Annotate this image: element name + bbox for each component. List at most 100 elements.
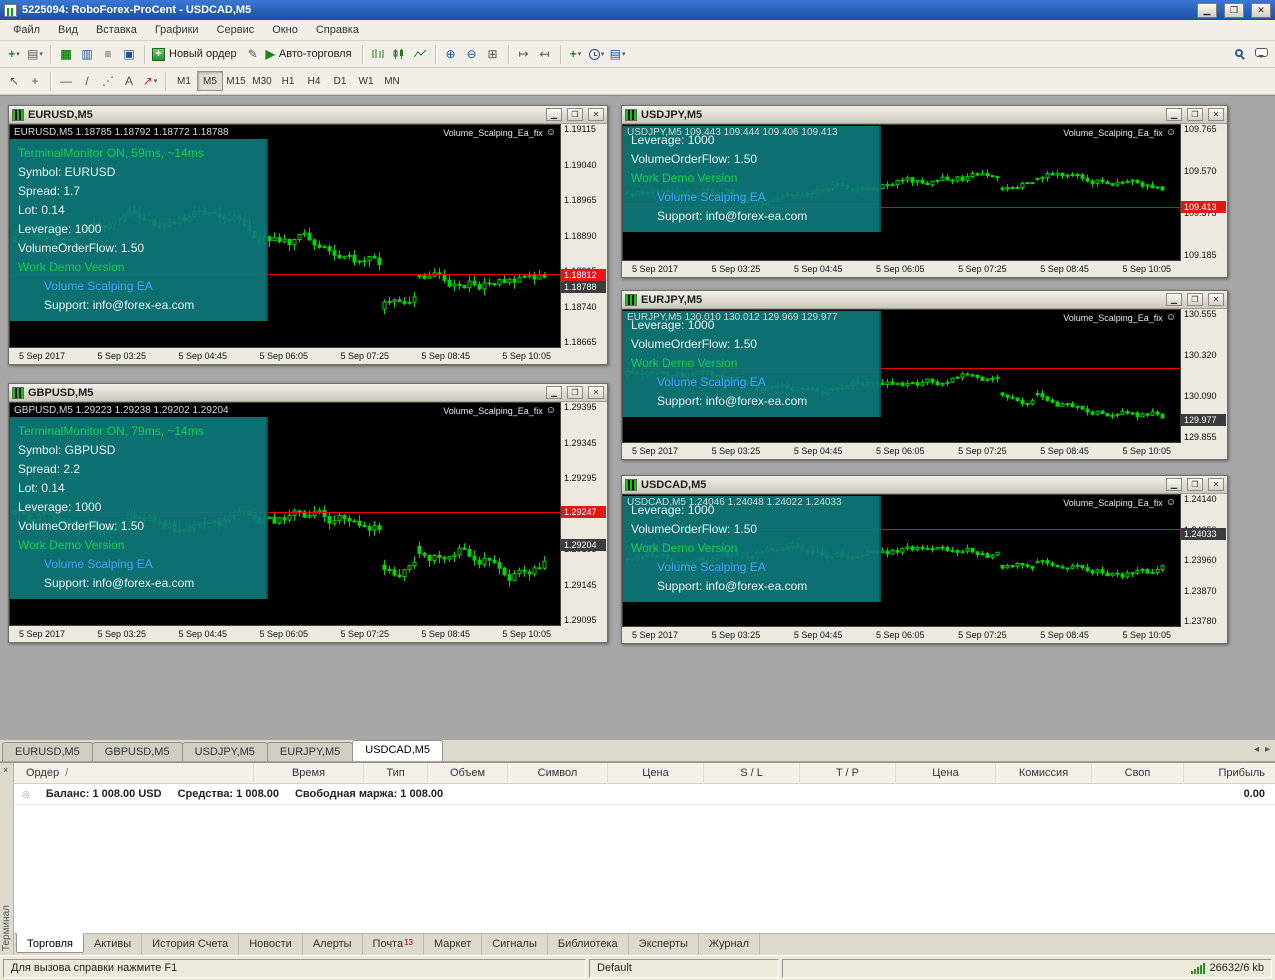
profiles-button[interactable]: ▤ ▾: [25, 43, 45, 65]
ea-smiley-icon[interactable]: ☺: [546, 127, 556, 138]
terminal-tab-library[interactable]: Библиотека: [548, 934, 629, 954]
close-button[interactable]: ✕: [1251, 2, 1271, 18]
metaeditor-button[interactable]: ✎: [243, 43, 263, 65]
time-axis[interactable]: 5 Sep 2017 5 Sep 03:25 5 Sep 04:45 5 Sep 06…: [9, 626, 561, 642]
price-axis[interactable]: 130.555 130.320 130.090 129.855 129.977: [1181, 309, 1227, 443]
timeframe-mn[interactable]: MN: [379, 71, 405, 91]
maximize-button[interactable]: ❐: [1224, 2, 1244, 18]
minimize-button[interactable]: ▁: [1166, 293, 1182, 306]
profile-selector[interactable]: Default: [589, 958, 779, 978]
ea-label[interactable]: Volume_Scalping_Ea_fix ☺: [443, 127, 556, 138]
title-bar[interactable]: 5225094: RoboForex-ProCent - USDCAD,M5 ▁…: [0, 0, 1275, 20]
chart-window-usdjpy[interactable]: USDJPY,M5 ▁ ❐ ✕ USDJPY,M5 109.443 109.44…: [621, 105, 1228, 278]
timeframe-m5[interactable]: M5: [197, 71, 223, 91]
auto-scroll-button[interactable]: ↦: [514, 43, 534, 65]
timeframe-m30[interactable]: M30: [249, 71, 275, 91]
time-axis[interactable]: 5 Sep 2017 5 Sep 03:25 5 Sep 04:45 5 Sep 06…: [622, 443, 1181, 459]
indicators-button[interactable]: + ▾: [566, 43, 586, 65]
chart-shift-button[interactable]: ↤: [535, 43, 555, 65]
chart-window-titlebar[interactable]: USDJPY,M5 ▁ ❐ ✕: [622, 106, 1227, 124]
column-header-5[interactable]: Цена: [608, 763, 704, 783]
ea-smiley-icon[interactable]: ☺: [1166, 127, 1176, 138]
menu-item[interactable]: Вставка: [87, 22, 146, 38]
column-header-11[interactable]: Прибыль: [1184, 763, 1275, 783]
terminal-tab-market[interactable]: Маркет: [424, 934, 483, 954]
ea-smiley-icon[interactable]: ☺: [1166, 312, 1176, 323]
restore-button[interactable]: ❐: [1187, 108, 1203, 121]
time-axis[interactable]: 5 Sep 2017 5 Sep 03:25 5 Sep 04:45 5 Sep 06…: [622, 627, 1181, 643]
chart-window-eurusd[interactable]: EURUSD,M5 ▁ ❐ ✕ EURUSD,M5 1.18785 1.1879…: [8, 105, 608, 365]
restore-button[interactable]: ❐: [1187, 293, 1203, 306]
terminal-tab-assets[interactable]: Активы: [84, 934, 143, 954]
zoom-out-button[interactable]: ⊖: [462, 43, 482, 65]
close-button[interactable]: ✕: [1208, 478, 1224, 491]
templates-button[interactable]: ▤ ▾: [608, 43, 628, 65]
close-button[interactable]: ✕: [588, 386, 604, 399]
chart-canvas[interactable]: USDJPY,M5 109.443 109.444 109.406 109.41…: [622, 124, 1181, 261]
bar-chart-button[interactable]: [368, 43, 388, 65]
restore-button[interactable]: ❐: [1187, 478, 1203, 491]
ea-label[interactable]: Volume_Scalping_Ea_fix ☺: [443, 405, 556, 416]
timeframe-w1[interactable]: W1: [353, 71, 379, 91]
connection-status[interactable]: 26632/6 kb: [782, 958, 1272, 978]
price-axis[interactable]: 109.765109.570109.375109.185109.413: [1181, 124, 1227, 261]
chart-window-titlebar[interactable]: EURUSD,M5 ▁ ❐ ✕: [9, 106, 607, 124]
terminal-tab-mailbox[interactable]: Почта 13: [363, 934, 424, 954]
new-chart-button[interactable]: + ▾: [4, 43, 24, 65]
close-button[interactable]: ✕: [1208, 108, 1224, 121]
menu-item[interactable]: Вид: [49, 22, 87, 38]
navigator-toggle[interactable]: ≡: [98, 43, 118, 65]
time-axis[interactable]: 5 Sep 2017 5 Sep 03:25 5 Sep 04:45 5 Sep 06…: [622, 261, 1181, 277]
timeframe-h4[interactable]: H4: [301, 71, 327, 91]
scroll-right-icon[interactable]: ▸: [1265, 744, 1270, 755]
chart-window-gbpusd[interactable]: GBPUSD,M5 ▁ ❐ ✕ GBPUSD,M5 1.29223 1.2923…: [8, 383, 608, 643]
column-header-0[interactable]: Ордер /: [14, 763, 254, 783]
ea-label[interactable]: Volume_Scalping_Ea_fix ☺: [1063, 497, 1176, 508]
timeframe-m1[interactable]: M1: [171, 71, 197, 91]
chart-tab-eurusd[interactable]: EURUSD,M5: [2, 742, 93, 761]
chart-window-usdcad[interactable]: USDCAD,M5 ▁ ❐ ✕ USDCAD,M5 1.24046 1.2404…: [621, 475, 1228, 644]
column-header-10[interactable]: Своп: [1092, 763, 1184, 783]
terminal-tab-signals[interactable]: Сигналы: [482, 934, 548, 954]
text-tool-button[interactable]: A: [119, 70, 139, 92]
search-button[interactable]: [1231, 43, 1251, 65]
chart-canvas[interactable]: GBPUSD,M5 1.29223 1.29238 1.29202 1.2920…: [9, 402, 561, 626]
chart-window-eurjpy[interactable]: EURJPY,M5 ▁ ❐ ✕ EURJPY,M5 130.010 130.01…: [621, 290, 1228, 460]
terminal-tab-news[interactable]: Новости: [239, 934, 303, 954]
candlestick-button[interactable]: [389, 43, 409, 65]
timeframe-m15[interactable]: M15: [223, 71, 249, 91]
chart-tab-usdcad[interactable]: USDCAD,M5: [352, 740, 444, 761]
menu-item[interactable]: Справка: [307, 22, 368, 38]
chart-tab-usdjpy[interactable]: USDJPY,M5: [181, 742, 268, 761]
terminal-tab-experts[interactable]: Эксперты: [629, 934, 699, 954]
terminal-toggle[interactable]: ▣: [119, 43, 139, 65]
chart-canvas[interactable]: EURUSD,M5 1.18785 1.18792 1.18772 1.1878…: [9, 124, 561, 348]
ea-smiley-icon[interactable]: ☺: [546, 405, 556, 416]
close-terminal-icon[interactable]: ×: [3, 765, 8, 775]
column-header-3[interactable]: Объем: [428, 763, 508, 783]
minimize-button[interactable]: ▁: [546, 108, 562, 121]
minimize-button[interactable]: ▁: [1166, 478, 1182, 491]
timeframe-h1[interactable]: H1: [275, 71, 301, 91]
column-header-9[interactable]: Комиссия: [996, 763, 1092, 783]
chart-tab-gbpusd[interactable]: GBPUSD,M5: [91, 742, 183, 761]
column-header-6[interactable]: S / L: [704, 763, 800, 783]
chart-canvas[interactable]: EURJPY,M5 130.010 130.012 129.969 129.97…: [622, 309, 1181, 443]
price-axis[interactable]: 1.293951.293451.292951.292451.291951.291…: [561, 402, 607, 626]
tile-windows-button[interactable]: ⊞: [483, 43, 503, 65]
trendline-button[interactable]: /: [77, 70, 97, 92]
ea-smiley-icon[interactable]: ☺: [1166, 497, 1176, 508]
chat-button[interactable]: [1251, 43, 1271, 65]
close-button[interactable]: ✕: [1208, 293, 1224, 306]
zoom-in-button[interactable]: ⊕: [441, 43, 461, 65]
fibonacci-button[interactable]: ⋰: [98, 70, 118, 92]
restore-button[interactable]: ❐: [567, 108, 583, 121]
horizontal-line-button[interactable]: —: [56, 70, 76, 92]
minimize-button[interactable]: ▁: [546, 386, 562, 399]
column-header-1[interactable]: Время: [254, 763, 364, 783]
arrows-tool-button[interactable]: ↗ ▾: [140, 70, 160, 92]
menu-item[interactable]: Файл: [4, 22, 49, 38]
menu-item[interactable]: Окно: [263, 22, 307, 38]
scroll-left-icon[interactable]: ◂: [1254, 744, 1259, 755]
ea-label[interactable]: Volume_Scalping_Ea_fix ☺: [1063, 127, 1176, 138]
